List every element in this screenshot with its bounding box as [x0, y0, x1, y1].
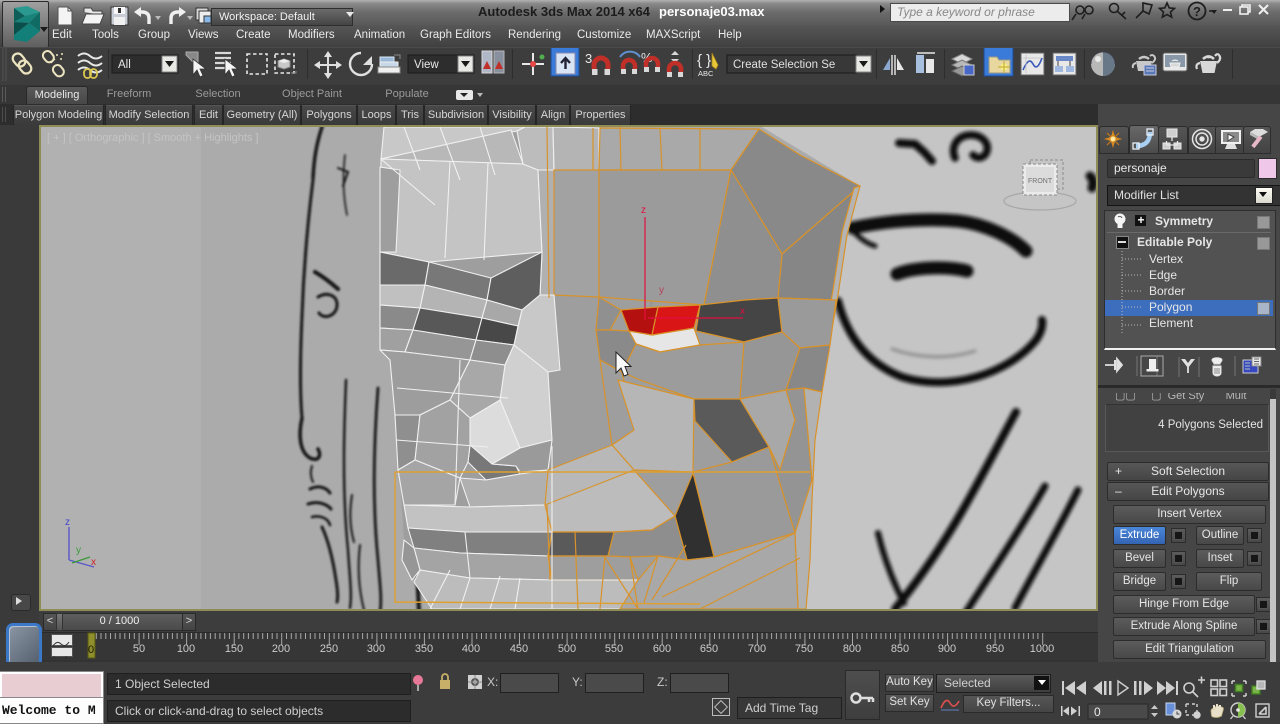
svg-text:400: 400: [462, 643, 480, 655]
svg-text:y: y: [659, 285, 664, 296]
svg-text:1000: 1000: [1030, 643, 1054, 655]
svg-text:500: 500: [558, 643, 576, 655]
svg-text:z: z: [641, 205, 646, 216]
svg-text:200: 200: [272, 643, 290, 655]
svg-text:z: z: [65, 517, 70, 528]
svg-text:FRONT: FRONT: [1028, 178, 1053, 185]
svg-text:100: 100: [177, 643, 195, 655]
svg-text:350: 350: [415, 643, 433, 655]
svg-text:r: r: [650, 299, 653, 309]
svg-text:700: 700: [748, 643, 766, 655]
svg-text:All: All: [118, 59, 131, 71]
svg-text:850: 850: [891, 643, 909, 655]
svg-text:x: x: [91, 557, 96, 568]
svg-text:3: 3: [585, 51, 592, 66]
svg-text:150: 150: [225, 643, 243, 655]
svg-text:0: 0: [1094, 705, 1101, 719]
svg-text:750: 750: [795, 643, 813, 655]
svg-text:ABC: ABC: [698, 69, 714, 78]
svg-text:0: 0: [88, 644, 94, 656]
svg-text:?: ?: [1193, 4, 1201, 19]
svg-text:View: View: [414, 59, 439, 71]
svg-text:50: 50: [133, 643, 145, 655]
svg-text:550: 550: [605, 643, 623, 655]
svg-text:650: 650: [700, 643, 718, 655]
svg-text:600: 600: [653, 643, 671, 655]
svg-text:Create Selection Se: Create Selection Se: [733, 59, 835, 71]
svg-text:900: 900: [938, 643, 956, 655]
svg-text:950: 950: [986, 643, 1004, 655]
svg-text:450: 450: [510, 643, 528, 655]
svg-text:250: 250: [320, 643, 338, 655]
svg-text:300: 300: [367, 643, 385, 655]
svg-text:y: y: [76, 545, 81, 556]
svg-text:[ + ] [ Orthographic ] [ Smoot: [ + ] [ Orthographic ] [ Smooth + Highli…: [47, 132, 259, 144]
svg-text:800: 800: [843, 643, 861, 655]
svg-text:x: x: [740, 306, 745, 317]
svg-text:{ }: { }: [697, 52, 711, 69]
